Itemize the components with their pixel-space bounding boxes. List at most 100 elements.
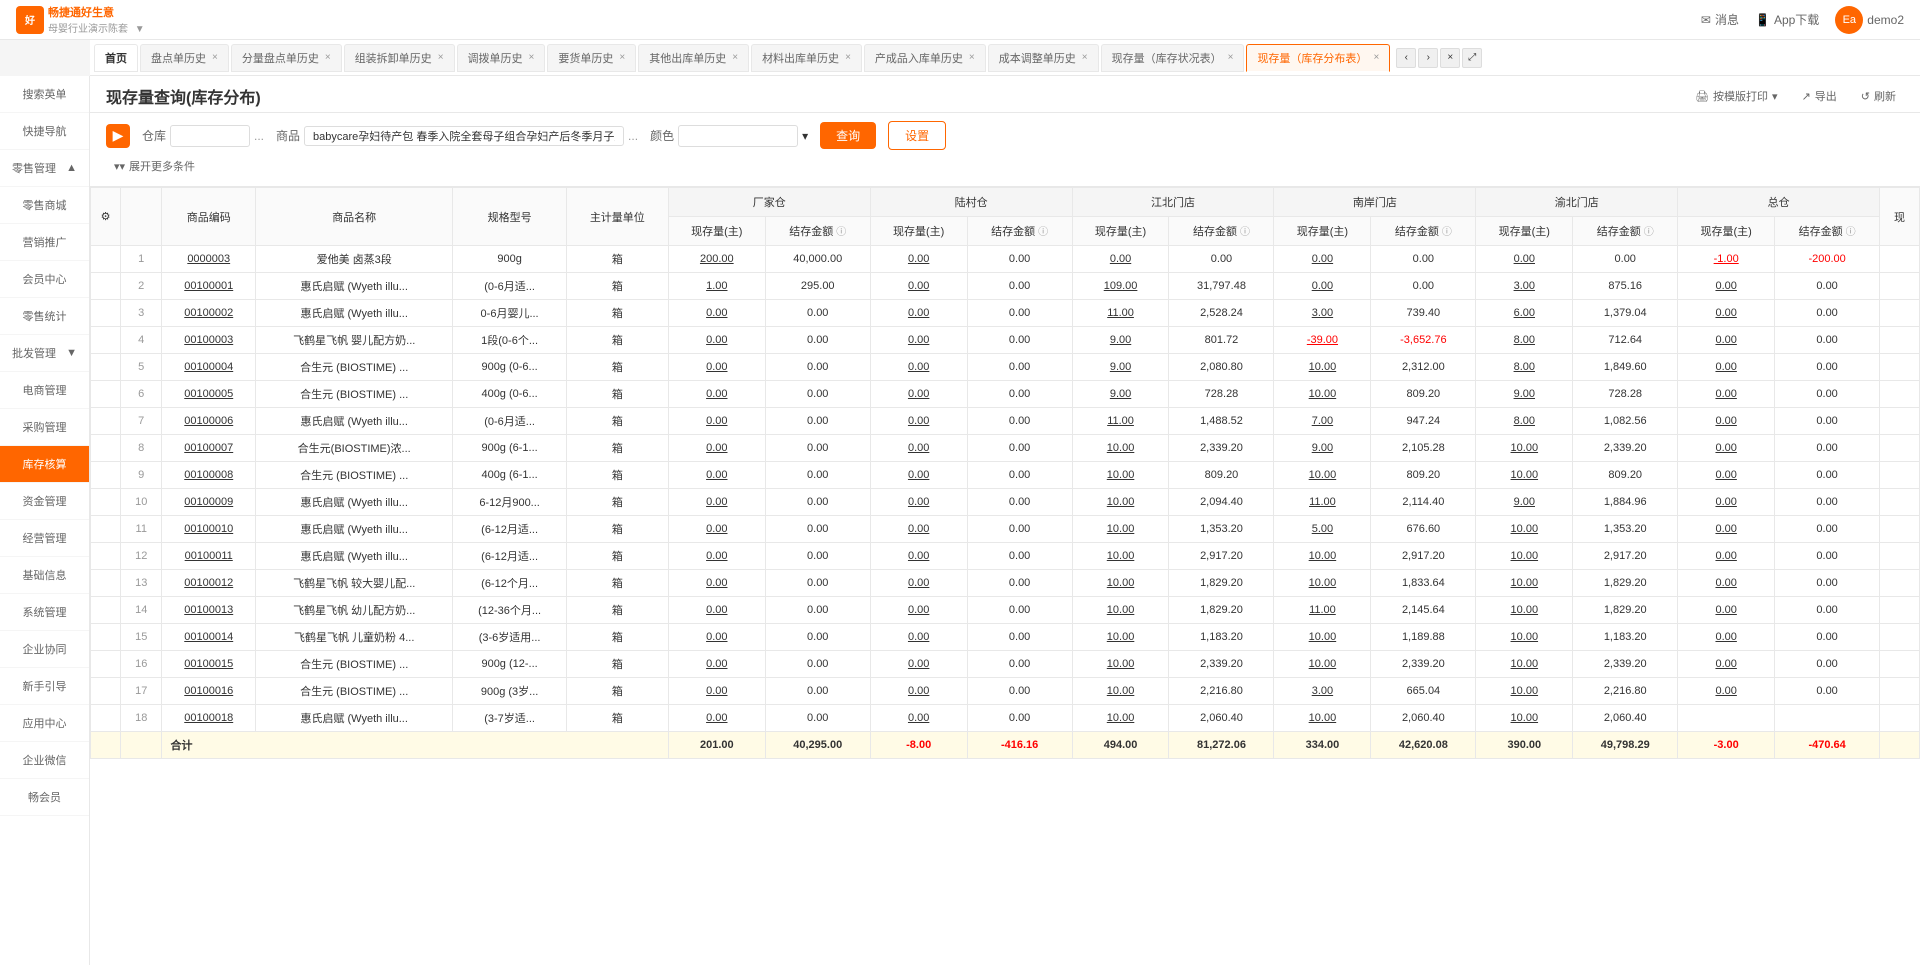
extra-cell: [1880, 678, 1920, 705]
search-btn[interactable]: 查询: [820, 122, 876, 149]
sidebar-item-collab[interactable]: 企业协同: [0, 631, 89, 668]
goods-input[interactable]: [304, 126, 624, 146]
name-cell: 合生元 (BIOSTIME) ...: [255, 678, 452, 705]
user-area[interactable]: Ea demo2: [1835, 6, 1904, 34]
name-cell: 飞鹤星飞帆 较大婴儿配...: [255, 570, 452, 597]
c1-qty-cell: 0.00: [668, 354, 765, 381]
sidebar-item-retail-shop[interactable]: 零售商城: [0, 187, 89, 224]
close-icon[interactable]: ×: [325, 52, 331, 63]
sidebar-item-system[interactable]: 系统管理: [0, 594, 89, 631]
c3-amt-cell: 1,829.20: [1169, 570, 1274, 597]
tab-2[interactable]: 分量盘点单历史 ×: [231, 44, 342, 72]
c2-amt-cell: 0.00: [967, 300, 1072, 327]
c4-amt-cell: 2,917.20: [1371, 543, 1476, 570]
setting-btn[interactable]: 设置: [888, 121, 946, 150]
export-btn[interactable]: ↗ 导出: [1794, 84, 1845, 108]
sidebar-item-guide[interactable]: 新手引导: [0, 668, 89, 705]
print-btn[interactable]: 🖨 按模版打印 ▾: [1687, 84, 1786, 108]
expand-conditions-btn[interactable]: ▾▾ 展开更多条件: [106, 154, 1904, 178]
close-icon[interactable]: ×: [969, 52, 975, 63]
color-dropdown-icon[interactable]: ▾: [802, 129, 808, 143]
sidebar-item-inventory[interactable]: 库存核算: [0, 446, 89, 483]
sidebar-item-member[interactable]: 会员中心: [0, 261, 89, 298]
sidebar-item-apps[interactable]: 应用中心: [0, 705, 89, 742]
tab-1[interactable]: 盘点单历史 ×: [140, 44, 229, 72]
sidebar-item-wechat[interactable]: 企业微信: [0, 742, 89, 779]
c4-qty-cell: 9.00: [1274, 435, 1371, 462]
close-icon[interactable]: ×: [1082, 52, 1088, 63]
close-icon[interactable]: ×: [529, 52, 535, 63]
t-qty-cell: 0.00: [1678, 543, 1775, 570]
tab-home[interactable]: 首页: [94, 44, 138, 72]
color-input[interactable]: [678, 125, 798, 147]
c2-qty-cell: 0.00: [870, 489, 967, 516]
unit-cell: 箱: [566, 678, 668, 705]
sidebar-item-basic[interactable]: 基础信息: [0, 557, 89, 594]
sidebar-item-wholesale[interactable]: 批发管理▼: [0, 335, 89, 372]
c5-qty-cell: 8.00: [1476, 354, 1573, 381]
c1-qty-cell: 0.00: [668, 597, 765, 624]
nav-expand[interactable]: ⤢: [1462, 48, 1482, 68]
tab-6[interactable]: 其他出库单历史 ×: [638, 44, 749, 72]
filter-toggle-btn[interactable]: ▶: [106, 124, 130, 148]
col-group-yubei: 渝北门店: [1476, 188, 1678, 217]
col-settings-cell: [91, 624, 121, 651]
close-icon[interactable]: ×: [438, 52, 444, 63]
tab-11-active[interactable]: 现存量（库存分布表） ×: [1246, 44, 1390, 72]
message-btn[interactable]: ✉ 消息: [1701, 11, 1739, 28]
sidebar-item-finance[interactable]: 资金管理: [0, 483, 89, 520]
sidebar-item-retail-stats[interactable]: 零售统计: [0, 298, 89, 335]
c3-qty-cell: 10.00: [1072, 516, 1169, 543]
c1-qty-cell: 0.00: [668, 543, 765, 570]
c5-amt-cell: 875.16: [1573, 273, 1678, 300]
sidebar-item-search[interactable]: 搜索英单: [0, 76, 89, 113]
c4-qty-cell: 10.00: [1274, 705, 1371, 732]
c1-amt-cell: 0.00: [765, 354, 870, 381]
close-icon[interactable]: ×: [845, 52, 851, 63]
c2-amt-cell: 0.00: [967, 273, 1072, 300]
tab-8[interactable]: 产成品入库单历史 ×: [864, 44, 986, 72]
col-jiangbei-amt: 结存金额 ⓘ: [1169, 217, 1274, 246]
table-row: 6 00100005 合生元 (BIOSTIME) ... 400g (0-6.…: [91, 381, 1920, 408]
nav-prev[interactable]: ‹: [1396, 48, 1416, 68]
tab-10[interactable]: 现存量（库存状况表） ×: [1101, 44, 1245, 72]
tab-7[interactable]: 材料出库单历史 ×: [751, 44, 862, 72]
c4-qty-cell: 10.00: [1274, 543, 1371, 570]
c1-amt-cell: 0.00: [765, 705, 870, 732]
sidebar-item-retail-mgmt[interactable]: 零售管理▲: [0, 150, 89, 187]
refresh-btn[interactable]: ↺ 刷新: [1853, 84, 1904, 108]
tab-5[interactable]: 要货单历史 ×: [547, 44, 636, 72]
sidebar-item-ops[interactable]: 经营管理: [0, 520, 89, 557]
c3-qty-cell: 10.00: [1072, 570, 1169, 597]
c3-qty-cell: 9.00: [1072, 354, 1169, 381]
close-icon[interactable]: ×: [619, 52, 625, 63]
sidebar-item-member2[interactable]: 畅会员: [0, 779, 89, 816]
close-icon[interactable]: ×: [732, 52, 738, 63]
sidebar-item-purchase[interactable]: 采购管理: [0, 409, 89, 446]
sum-c1-qty: 201.00: [668, 732, 765, 759]
sidebar-item-nav[interactable]: 快捷导航: [0, 113, 89, 150]
close-icon[interactable]: ×: [1373, 52, 1379, 63]
tab-4[interactable]: 调拨单历史 ×: [457, 44, 546, 72]
sum-c5-qty: 390.00: [1476, 732, 1573, 759]
nav-close-all[interactable]: ×: [1440, 48, 1460, 68]
sidebar-item-marketing[interactable]: 营销推广: [0, 224, 89, 261]
nav-next[interactable]: ›: [1418, 48, 1438, 68]
c4-qty-cell: 0.00: [1274, 246, 1371, 273]
filter-row: ▶ 仓库 ... 商品 ... 颜色 ▾ 查询 设置: [106, 121, 1904, 150]
seq-cell: 12: [121, 543, 162, 570]
tab-9[interactable]: 成本调整单历史 ×: [988, 44, 1099, 72]
warehouse-input[interactable]: [170, 125, 250, 147]
sidebar-item-ecommerce[interactable]: 电商管理: [0, 372, 89, 409]
close-icon[interactable]: ×: [1228, 52, 1234, 63]
c3-qty-cell: 9.00: [1072, 381, 1169, 408]
col-spec: 规格型号: [453, 188, 566, 246]
sum-c2-amt: -416.16: [967, 732, 1072, 759]
app-download-btn[interactable]: 📱 App下载: [1755, 11, 1819, 28]
c2-qty-cell: 0.00: [870, 435, 967, 462]
sum-seq: [121, 732, 162, 759]
c5-qty-cell: 10.00: [1476, 462, 1573, 489]
tab-3[interactable]: 组装拆卸单历史 ×: [344, 44, 455, 72]
close-icon[interactable]: ×: [212, 52, 218, 63]
t-qty-cell: 0.00: [1678, 597, 1775, 624]
